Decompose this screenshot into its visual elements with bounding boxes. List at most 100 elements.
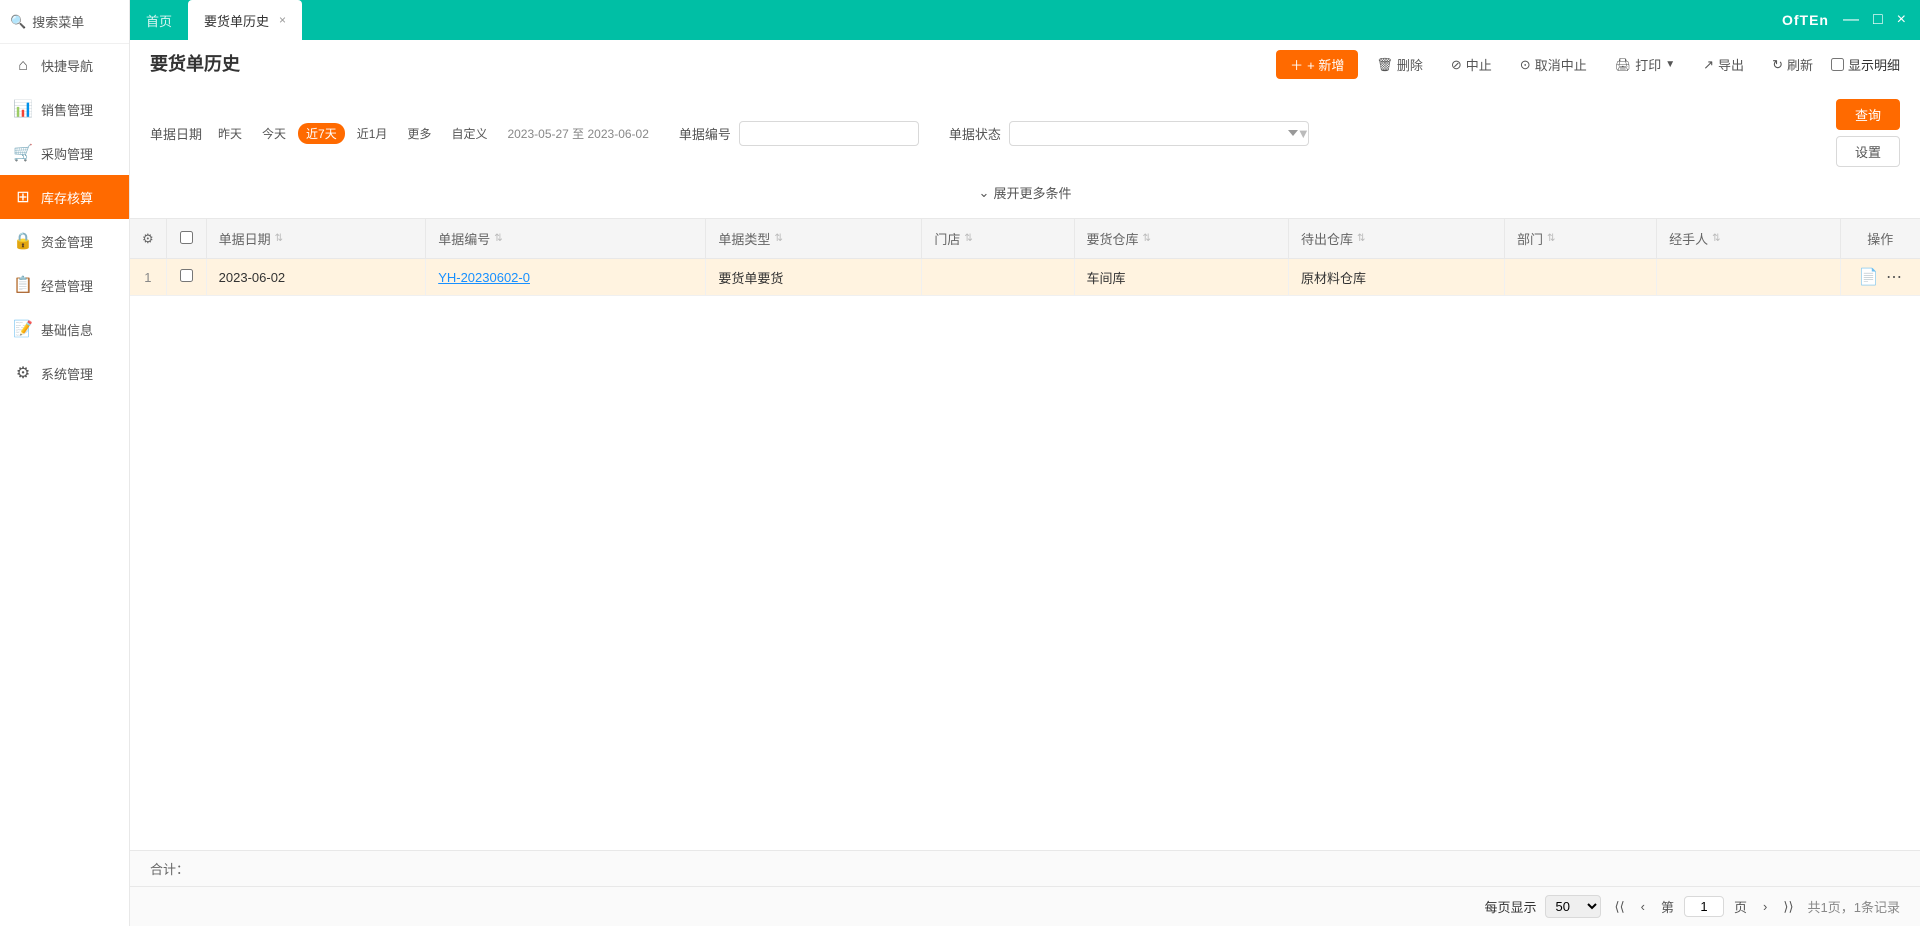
refresh-icon: ↻ (1772, 57, 1783, 73)
delete-button[interactable]: 🗑 删除 (1366, 51, 1433, 78)
sidebar-item-inventory[interactable]: ⊞ 库存核算 (0, 175, 129, 219)
window-maximize-btn[interactable]: □ (1873, 11, 1883, 29)
sidebar-item-label: 库存核算 (41, 188, 93, 207)
select-all-checkbox[interactable] (180, 231, 193, 244)
th-req-warehouse[interactable]: 要货仓库 ⇅ (1074, 219, 1289, 259)
sidebar-item-label: 经营管理 (41, 276, 93, 295)
column-settings-icon[interactable]: ⚙ (142, 231, 154, 246)
page-header: 要货单历史 ＋ + 新增 🗑 删除 ⊘ 中止 ⊙ 取消中止 🖨 打印 ▼ (130, 40, 1920, 89)
th-store-label: 门店 (934, 229, 960, 248)
status-label: 单据状态 (949, 124, 1001, 143)
th-no[interactable]: 单据编号 ⇅ (426, 219, 706, 259)
th-handler[interactable]: 经手人 ⇅ (1657, 219, 1840, 259)
date-filter-label: 单据日期 (150, 124, 202, 143)
table-header-row: ⚙ 单据日期 ⇅ 单据编号 ⇅ (130, 219, 1920, 259)
print-button[interactable]: 🖨 打印 ▼ (1605, 51, 1685, 78)
prev-page-btn[interactable]: ‹ (1635, 897, 1651, 916)
cancel-stop-label: 取消中止 (1535, 55, 1587, 74)
row-type: 要货单要货 (706, 259, 922, 296)
date-filter-group: 单据日期 昨天 今天 近7天 近1月 更多 自定义 2023-05-27 至 2… (150, 123, 649, 144)
th-checkbox[interactable] (166, 219, 206, 259)
row-view-btn[interactable]: 📄 (1858, 269, 1878, 286)
sidebar-item-label: 基础信息 (41, 320, 93, 339)
refresh-label: 刷新 (1787, 55, 1813, 74)
row-checkbox-cell[interactable] (166, 259, 206, 296)
expand-more-btn[interactable]: ⌄ 展开更多条件 (979, 183, 1072, 202)
next-page-btn[interactable]: › (1757, 897, 1773, 916)
page-number-input[interactable] (1684, 896, 1724, 917)
date-option-1month[interactable]: 近1月 (349, 123, 396, 144)
show-detail-toggle[interactable]: 显示明细 (1831, 55, 1900, 74)
date-option-today[interactable]: 今天 (254, 123, 294, 144)
cancel-stop-button[interactable]: ⊙ 取消中止 (1510, 51, 1597, 78)
stop-button[interactable]: ⊘ 中止 (1441, 51, 1502, 78)
tab-active[interactable]: 要货单历史 × (188, 0, 302, 40)
th-handler-label: 经手人 (1669, 229, 1708, 248)
th-date[interactable]: 单据日期 ⇅ (206, 219, 426, 259)
new-button[interactable]: ＋ + 新增 (1276, 50, 1358, 79)
th-dept[interactable]: 部门 ⇅ (1505, 219, 1657, 259)
pagination-footer: 每页显示 10 20 50 100 ⟨⟨ ‹ 第 页 › ⟩⟩ 共1页，1条记录 (130, 886, 1920, 926)
filter-settings-button[interactable]: 设置 (1836, 136, 1900, 167)
print-label: 打印 (1635, 55, 1661, 74)
sidebar-search[interactable]: 🔍 搜索菜单 (0, 0, 129, 44)
system-icon: ⚙ (13, 363, 33, 383)
date-option-custom[interactable]: 自定义 (443, 123, 495, 144)
sidebar-item-purchase[interactable]: 🛒 采购管理 (0, 131, 129, 175)
main-content: 首页 要货单历史 × OfTEn — □ × 要货单历史 ＋ + 新增 🗑 删除… (130, 0, 1920, 926)
row-dept (1505, 259, 1657, 296)
th-pending-warehouse[interactable]: 待出仓库 ⇅ (1289, 219, 1505, 259)
status-select[interactable] (1009, 121, 1309, 146)
show-detail-checkbox[interactable] (1831, 58, 1844, 71)
query-button[interactable]: 查询 (1836, 99, 1900, 130)
th-dept-label: 部门 (1517, 229, 1543, 248)
date-option-7days[interactable]: 近7天 (298, 123, 345, 144)
row-store (922, 259, 1074, 296)
row-num: 1 (130, 259, 166, 296)
th-no-label: 单据编号 (438, 229, 490, 248)
export-button[interactable]: ↗ 导出 (1693, 51, 1754, 78)
date-option-more[interactable]: 更多 (399, 123, 439, 144)
page-size-select[interactable]: 10 20 50 100 (1545, 895, 1601, 918)
tab-active-label: 要货单历史 (204, 11, 269, 30)
date-option-yesterday[interactable]: 昨天 (210, 123, 250, 144)
data-table: ⚙ 单据日期 ⇅ 单据编号 ⇅ (130, 219, 1920, 296)
window-close-btn[interactable]: × (1897, 11, 1906, 29)
inventory-icon: ⊞ (13, 187, 33, 207)
row-pending-warehouse: 原材料仓库 (1289, 259, 1505, 296)
th-settings[interactable]: ⚙ (130, 219, 166, 259)
tab-close-icon[interactable]: × (279, 13, 286, 27)
finance-icon: 🔒 (13, 231, 33, 251)
sidebar-item-operations[interactable]: 📋 经营管理 (0, 263, 129, 307)
th-type[interactable]: 单据类型 ⇅ (706, 219, 922, 259)
tab-home[interactable]: 首页 (130, 0, 188, 40)
topbar-right: OfTEn — □ × (1782, 11, 1920, 29)
last-page-btn[interactable]: ⟩⟩ (1777, 897, 1799, 917)
sort-no-icon: ⇅ (494, 233, 502, 244)
sidebar-item-quick-nav[interactable]: ⌂ 快捷导航 (0, 44, 129, 87)
th-store[interactable]: 门店 ⇅ (922, 219, 1074, 259)
doc-no-input[interactable] (739, 121, 919, 146)
export-icon: ↗ (1703, 57, 1714, 73)
doc-no-filter-group: 单据编号 (679, 121, 919, 146)
row-doc-no[interactable]: YH-20230602-0 (426, 259, 706, 296)
sidebar-item-finance[interactable]: 🔒 资金管理 (0, 219, 129, 263)
topbar: 首页 要货单历史 × OfTEn — □ × (130, 0, 1920, 40)
refresh-button[interactable]: ↻ 刷新 (1762, 51, 1823, 78)
first-page-btn[interactable]: ⟨⟨ (1609, 897, 1631, 917)
total-info: 共1页，1条记录 (1808, 897, 1900, 916)
filter-expand-row: ⌄ 展开更多条件 (150, 175, 1900, 208)
table-row[interactable]: 1 2023-06-02 YH-20230602-0 要货单要货 (130, 259, 1920, 296)
show-detail-label: 显示明细 (1848, 55, 1900, 74)
print-dropdown-icon: ▼ (1665, 59, 1675, 70)
sort-pending-warehouse-icon: ⇅ (1357, 233, 1365, 244)
sidebar-item-system[interactable]: ⚙ 系统管理 (0, 351, 129, 395)
sidebar-item-sales[interactable]: 📊 销售管理 (0, 87, 129, 131)
doc-no-link[interactable]: YH-20230602-0 (438, 270, 530, 285)
row-more-btn[interactable]: ⋯ (1886, 269, 1902, 286)
sidebar-item-basic-info[interactable]: 📝 基础信息 (0, 307, 129, 351)
row-checkbox[interactable] (180, 269, 193, 282)
window-minimize-btn[interactable]: — (1843, 11, 1859, 29)
delete-label: 删除 (1397, 55, 1423, 74)
row-operations: 📄 ⋯ (1840, 259, 1920, 296)
